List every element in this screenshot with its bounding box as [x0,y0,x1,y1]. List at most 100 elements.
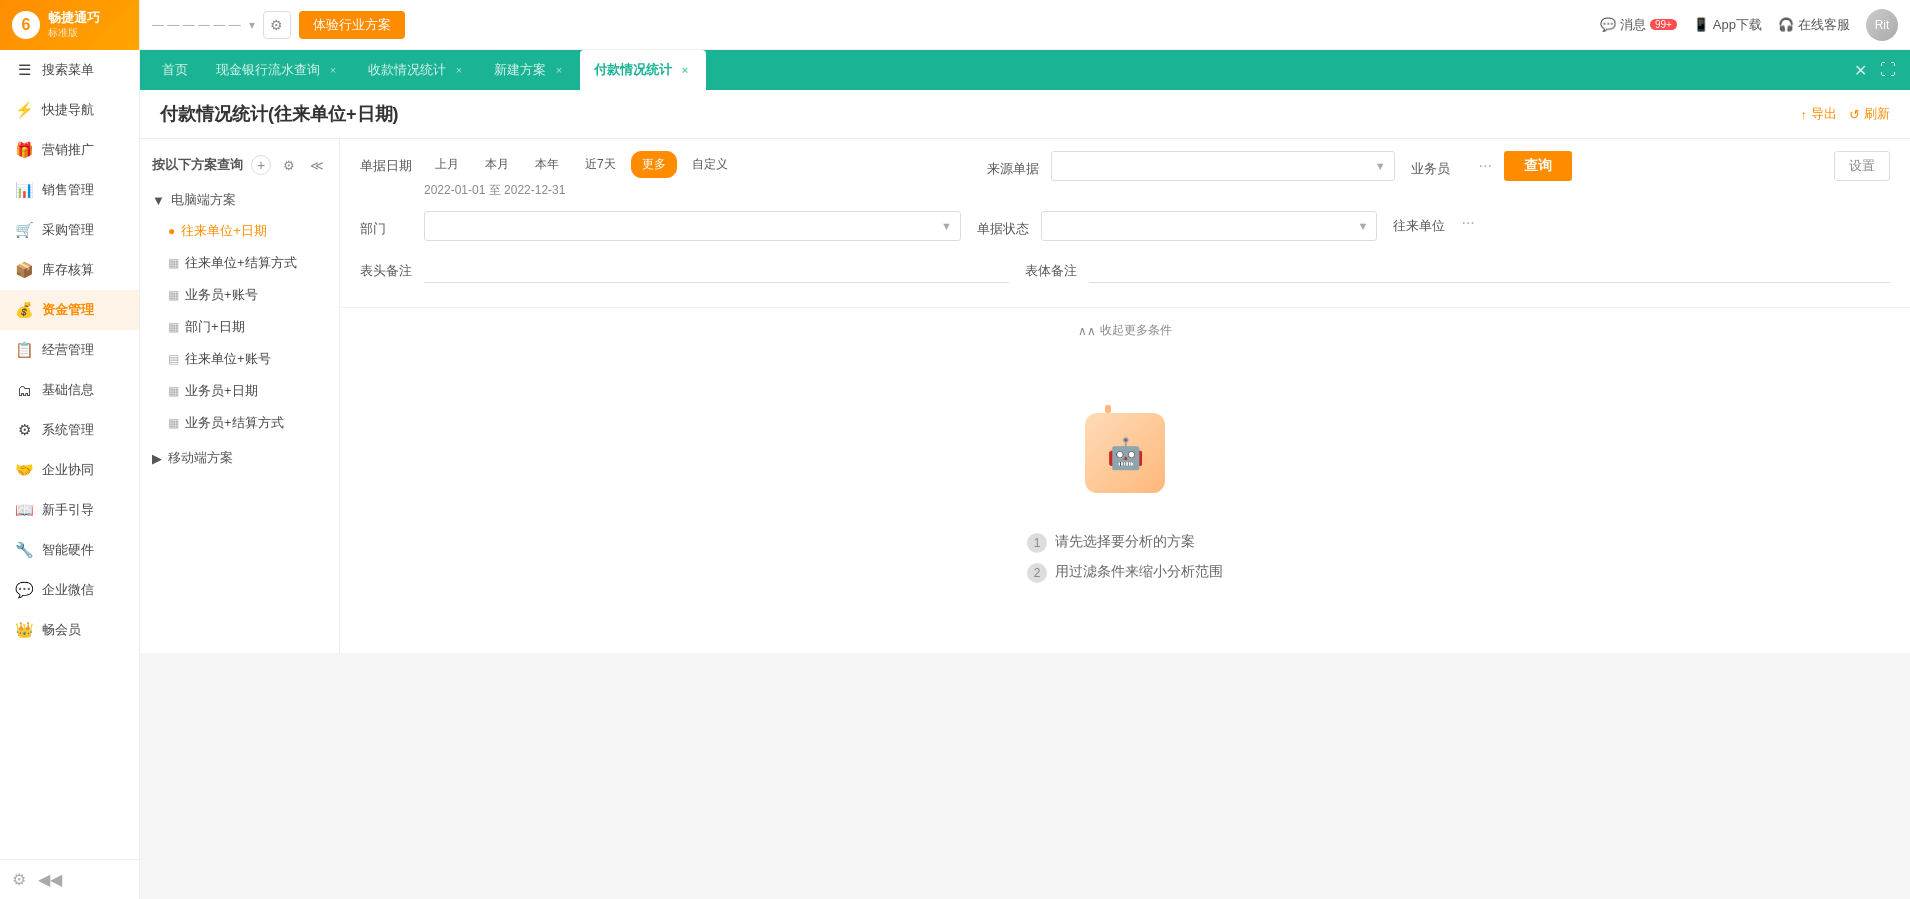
refresh-btn[interactable]: ↺ 刷新 [1849,105,1890,123]
sidebar-item-business[interactable]: 📋 经营管理 [0,330,139,370]
sidebar-item-label: 企业微信 [42,581,94,599]
date-this-month-btn[interactable]: 本月 [474,151,520,178]
business-icon: 📋 [14,340,34,360]
chevron-right-icon: ▶ [152,451,162,466]
tab-bank-flow[interactable]: 现金银行流水查询 × [202,50,354,90]
date-more-btn[interactable]: 更多 [631,151,677,178]
tab-close-collection[interactable]: × [452,63,466,77]
date-last-month-btn[interactable]: 上月 [424,151,470,178]
date-custom-btn[interactable]: 自定义 [681,151,739,178]
inventory-icon: 📦 [14,260,34,280]
export-btn[interactable]: ↑ 导出 [1801,105,1838,123]
sidebar-item-label: 基础信息 [42,381,94,399]
filter-settings-btn[interactable]: 设置 [1834,151,1890,181]
trial-btn[interactable]: 体验行业方案 [299,11,405,39]
select-arrow-icon: ▼ [1375,160,1386,172]
body-note-input[interactable] [1089,253,1890,283]
scheme-table-icon: ▦ [168,416,179,430]
hardware-icon: 🔧 [14,540,34,560]
online-support-btn[interactable]: 🎧 在线客服 [1778,16,1850,34]
app-download-btn[interactable]: 📱 App下载 [1693,16,1762,34]
scheme-item-dept-date[interactable]: ▦ 部门+日期 [140,311,339,343]
sidebar-item-search-menu[interactable]: ☰ 搜索菜单 [0,50,139,90]
search-menu-icon: ☰ [14,60,34,80]
scheme-item-label: 部门+日期 [185,318,245,336]
finance-icon: 💰 [14,300,34,320]
doc-status-select[interactable]: ▼ [1041,211,1378,241]
tab-label: 新建方案 [494,61,546,79]
partner-dots-btn[interactable]: ··· [1457,214,1478,232]
header-note-input[interactable] [424,253,1009,283]
scheme-item-label: 业务员+日期 [185,382,258,400]
export-icon: ↑ [1801,107,1808,122]
expand-tabs-btn[interactable]: ⛶ [1874,56,1902,84]
sidebar-item-sales[interactable]: 📊 销售管理 [0,170,139,210]
sidebar-item-label: 智能硬件 [42,541,94,559]
sidebar-item-vip[interactable]: 👑 畅会员 [0,610,139,650]
sidebar-item-label: 系统管理 [42,421,94,439]
sidebar-item-inventory[interactable]: 📦 库存核算 [0,250,139,290]
scheme-collapse-btn[interactable]: ≪ [307,155,327,175]
breadcrumb-dropdown[interactable]: ▾ [249,18,255,32]
date-7days-btn[interactable]: 近7天 [574,151,627,178]
scheme-group-mobile-title[interactable]: ▶ 移动端方案 [140,443,339,473]
sidebar-item-hardware[interactable]: 🔧 智能硬件 [0,530,139,570]
source-doc-select[interactable]: ▼ [1051,151,1394,181]
scheme-item-partner-date[interactable]: ● 往来单位+日期 [140,215,339,247]
sidebar-item-system[interactable]: ⚙ 系统管理 [0,410,139,450]
source-doc-label: 来源单据 [987,154,1043,178]
collapse-sidebar-btn[interactable]: ◀◀ [38,870,62,889]
scheme-item-salesman-settle[interactable]: ▦ 业务员+结算方式 [140,407,339,439]
page-header: 付款情况统计(往来单位+日期) ↑ 导出 ↺ 刷新 [140,90,1910,139]
scheme-active-icon: ● [168,224,175,238]
salesman-label: 业务员 [1411,154,1467,178]
partner-group: 往来单位 ··· [1393,211,1794,235]
sidebar-item-marketing[interactable]: 🎁 营销推广 [0,130,139,170]
user-avatar[interactable]: Rit [1866,9,1898,41]
salesman-dots-btn[interactable]: ··· [1475,157,1496,175]
scheme-table-icon: ▦ [168,384,179,398]
scheme-item-partner-account[interactable]: ▤ 往来单位+账号 [140,343,339,375]
date-this-year-btn[interactable]: 本年 [524,151,570,178]
query-btn[interactable]: 查询 [1504,151,1572,181]
group-label: 移动端方案 [168,449,233,467]
scheme-item-partner-settle[interactable]: ▦ 往来单位+结算方式 [140,247,339,279]
page-settings-btn[interactable]: ⚙ [263,11,291,39]
tab-payment-stats[interactable]: 付款情况统计 × [580,50,706,90]
sidebar-item-label: 畅会员 [42,621,81,639]
tab-home[interactable]: 首页 [148,50,202,90]
sidebar-item-guide[interactable]: 📖 新手引导 [0,490,139,530]
sidebar-item-finance[interactable]: 💰 资金管理 [0,290,139,330]
scheme-add-btn[interactable]: + [251,155,271,175]
tab-new-scheme[interactable]: 新建方案 × [480,50,580,90]
tab-collection-stats[interactable]: 收款情况统计 × [354,50,480,90]
body-note-group: 表体备注 [1025,253,1890,283]
scheme-item-salesman-account[interactable]: ▦ 业务员+账号 [140,279,339,311]
salesman-group: 业务员 ··· 查询 [1411,151,1818,181]
body-note-label: 表体备注 [1025,256,1081,280]
close-all-tabs-btn[interactable]: ✕ [1846,56,1874,84]
collapse-conditions-btn[interactable]: ∧∧ 收起更多条件 [1078,316,1172,345]
scheme-group-pc-title[interactable]: ▼ 电脑端方案 [140,185,339,215]
scheme-table-icon: ▦ [168,288,179,302]
tab-close-new-scheme[interactable]: × [552,63,566,77]
breadcrumb-text: — — — — — — [152,18,241,32]
sidebar-item-weixin[interactable]: 💬 企业微信 [0,570,139,610]
dept-select[interactable]: ▼ [424,211,961,241]
messages-btn[interactable]: 💬 消息 99+ [1600,16,1677,34]
sidebar-item-basic-info[interactable]: 🗂 基础信息 [0,370,139,410]
settings-footer-btn[interactable]: ⚙ [12,870,26,889]
date-filter-group: 单据日期 上月 本月 本年 近7天 更多 自定义 [360,151,971,199]
page-header-actions: ↑ 导出 ↺ 刷新 [1801,105,1891,123]
tab-close-bank-flow[interactable]: × [326,63,340,77]
tab-label: 付款情况统计 [594,61,672,79]
scheme-item-salesman-date[interactable]: ▦ 业务员+日期 [140,375,339,407]
scheme-settings-btn[interactable]: ⚙ [279,155,299,175]
sidebar-item-quick-nav[interactable]: ⚡ 快捷导航 [0,90,139,130]
scheme-item-label: 往来单位+结算方式 [185,254,297,272]
empty-hint: 1 请先选择要分析的方案 2 用过滤条件来缩小分析范围 [1027,533,1223,593]
date-btns-row: 上月 本月 本年 近7天 更多 自定义 [424,151,739,178]
sidebar-item-purchase[interactable]: 🛒 采购管理 [0,210,139,250]
tab-close-payment[interactable]: × [678,63,692,77]
sidebar-item-enterprise[interactable]: 🤝 企业协同 [0,450,139,490]
